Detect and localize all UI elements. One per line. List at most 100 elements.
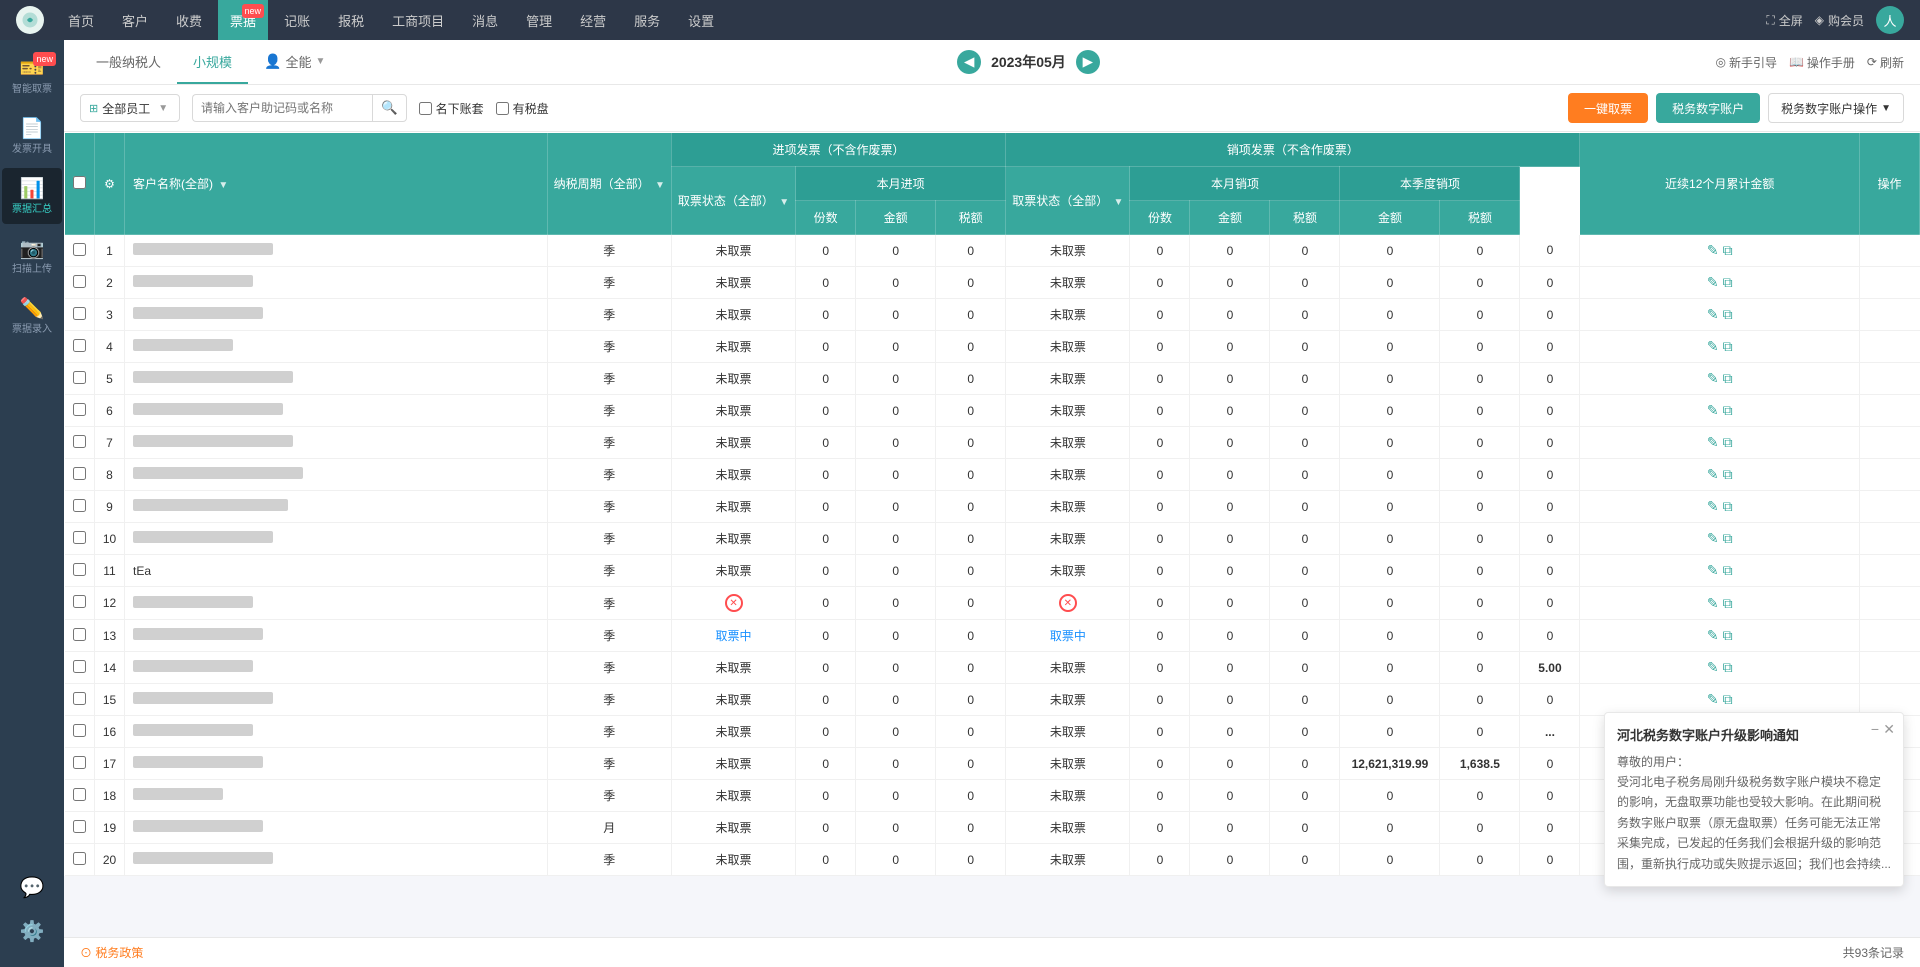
sidebar-item-scan-upload[interactable]: 📷 扫描上传 xyxy=(2,228,62,284)
row-checkbox[interactable] xyxy=(73,531,86,544)
copy-button[interactable]: ⧉ xyxy=(1723,498,1733,515)
sidebar-item-invoice-open[interactable]: 📄 发票开具 xyxy=(2,108,62,164)
row-checkbox[interactable] xyxy=(73,371,86,384)
row-checkbox[interactable] xyxy=(73,467,86,480)
row-checkbox[interactable] xyxy=(73,852,86,865)
has-tax-disk-checkbox[interactable]: 有税盘 xyxy=(496,100,549,117)
nav-management[interactable]: 管理 xyxy=(514,0,564,40)
row-checkbox[interactable] xyxy=(73,435,86,448)
notification-minimize-button[interactable]: − xyxy=(1871,721,1879,737)
copy-button[interactable]: ⧉ xyxy=(1723,659,1733,676)
sidebar-item-config[interactable]: ⚙️ xyxy=(2,911,62,955)
tab-small-scale[interactable]: 小规模 xyxy=(177,40,248,84)
manual-button[interactable]: 📖 操作手册 xyxy=(1789,54,1855,71)
copy-button[interactable]: ⧉ xyxy=(1723,562,1733,579)
refresh-button[interactable]: ⟳ 刷新 xyxy=(1867,54,1904,71)
row-checkbox[interactable] xyxy=(73,724,86,737)
row-checkbox[interactable] xyxy=(73,660,86,673)
row-checkbox[interactable] xyxy=(73,339,86,352)
subscribed-checkbox[interactable]: 名下账套 xyxy=(419,100,484,117)
row-in-amount: 0 xyxy=(856,555,936,587)
nav-business[interactable]: 工商项目 xyxy=(380,0,456,40)
tax-digital-ops-button[interactable]: 税务数字账户操作 ▼ xyxy=(1768,93,1904,123)
search-input[interactable] xyxy=(192,94,372,122)
edit-button[interactable]: ✎ xyxy=(1707,466,1719,483)
copy-button[interactable]: ⧉ xyxy=(1723,274,1733,291)
edit-button[interactable]: ✎ xyxy=(1707,498,1719,515)
row-checkbox[interactable] xyxy=(73,788,86,801)
edit-button[interactable]: ✎ xyxy=(1707,338,1719,355)
new-guide-button[interactable]: ◎ 新手引导 xyxy=(1715,54,1777,71)
member-button[interactable]: ◈ 购会员 xyxy=(1815,12,1864,29)
edit-button[interactable]: ✎ xyxy=(1707,402,1719,419)
copy-button[interactable]: ⧉ xyxy=(1723,530,1733,547)
period-filter-icon[interactable]: ▼ xyxy=(655,180,665,191)
copy-button[interactable]: ⧉ xyxy=(1723,370,1733,387)
user-avatar[interactable]: 人 xyxy=(1876,6,1904,34)
edit-button[interactable]: ✎ xyxy=(1707,691,1719,708)
nav-tax[interactable]: 报税 xyxy=(326,0,376,40)
edit-button[interactable]: ✎ xyxy=(1707,562,1719,579)
edit-button[interactable]: ✎ xyxy=(1707,434,1719,451)
out-status-filter-icon[interactable]: ▼ xyxy=(1114,197,1124,208)
tax-digital-account-button[interactable]: 税务数字账户 xyxy=(1656,93,1760,123)
edit-button[interactable]: ✎ xyxy=(1707,306,1719,323)
copy-button[interactable]: ⧉ xyxy=(1723,242,1733,259)
copy-button[interactable]: ⧉ xyxy=(1723,595,1733,612)
copy-button[interactable]: ⧉ xyxy=(1723,306,1733,323)
nav-accounting[interactable]: 记账 xyxy=(272,0,322,40)
row-checkbox[interactable] xyxy=(73,499,86,512)
tab-all-ability[interactable]: 👤 全能 ▼ xyxy=(248,40,341,84)
nav-ticket[interactable]: 票据 new xyxy=(218,0,268,40)
row-checkbox[interactable] xyxy=(73,595,86,608)
row-checkbox[interactable] xyxy=(73,692,86,705)
sidebar-item-ticket-entry[interactable]: ✏️ 票据录入 xyxy=(2,288,62,344)
customer-filter-icon[interactable]: ▼ xyxy=(218,180,228,191)
sidebar-item-smart-ticket[interactable]: 🎫 智能取票 new xyxy=(2,48,62,104)
sidebar-item-chat[interactable]: 💬 xyxy=(2,867,62,911)
notification-close-button[interactable]: ✕ xyxy=(1883,721,1895,738)
next-month-button[interactable]: ▶ xyxy=(1076,50,1100,74)
has-tax-disk-checkbox-input[interactable] xyxy=(496,102,509,115)
copy-button[interactable]: ⧉ xyxy=(1723,434,1733,451)
sidebar-item-ticket-summary[interactable]: 📊 票据汇总 xyxy=(2,168,62,224)
in-status-filter-icon[interactable]: ▼ xyxy=(779,197,789,208)
fullscreen-button[interactable]: ⛶ 全屏 xyxy=(1766,12,1802,29)
tax-policy-link[interactable]: ⊙ 税务政策 xyxy=(80,944,143,961)
row-checkbox[interactable] xyxy=(73,307,86,320)
row-checkbox[interactable] xyxy=(73,820,86,833)
edit-button[interactable]: ✎ xyxy=(1707,627,1719,644)
edit-button[interactable]: ✎ xyxy=(1707,530,1719,547)
nav-operation[interactable]: 经营 xyxy=(568,0,618,40)
row-checkbox[interactable] xyxy=(73,403,86,416)
nav-home[interactable]: 首页 xyxy=(56,0,106,40)
row-checkbox[interactable] xyxy=(73,563,86,576)
row-checkbox[interactable] xyxy=(73,275,86,288)
edit-button[interactable]: ✎ xyxy=(1707,242,1719,259)
edit-button[interactable]: ✎ xyxy=(1707,595,1719,612)
nav-service[interactable]: 服务 xyxy=(622,0,672,40)
nav-customer[interactable]: 客户 xyxy=(110,0,160,40)
tab-general-taxpayer[interactable]: 一般纳税人 xyxy=(80,40,177,84)
copy-button[interactable]: ⧉ xyxy=(1723,466,1733,483)
row-checkbox[interactable] xyxy=(73,756,86,769)
row-checkbox[interactable] xyxy=(73,628,86,641)
copy-button[interactable]: ⧉ xyxy=(1723,402,1733,419)
select-all-checkbox[interactable] xyxy=(73,176,86,189)
row-checkbox-cell xyxy=(65,587,95,620)
subscribed-checkbox-input[interactable] xyxy=(419,102,432,115)
edit-button[interactable]: ✎ xyxy=(1707,659,1719,676)
copy-button[interactable]: ⧉ xyxy=(1723,691,1733,708)
nav-message[interactable]: 消息 xyxy=(460,0,510,40)
copy-button[interactable]: ⧉ xyxy=(1723,338,1733,355)
prev-month-button[interactable]: ◀ xyxy=(957,50,981,74)
search-button[interactable]: 🔍 xyxy=(372,94,407,122)
edit-button[interactable]: ✎ xyxy=(1707,274,1719,291)
copy-button[interactable]: ⧉ xyxy=(1723,627,1733,644)
edit-button[interactable]: ✎ xyxy=(1707,370,1719,387)
nav-fee[interactable]: 收费 xyxy=(164,0,214,40)
row-checkbox[interactable] xyxy=(73,243,86,256)
nav-settings[interactable]: 设置 xyxy=(676,0,726,40)
employee-select[interactable]: ⊞ 全部员工 ▼ xyxy=(80,94,180,122)
one-click-ticket-button[interactable]: 一键取票 xyxy=(1568,93,1648,123)
